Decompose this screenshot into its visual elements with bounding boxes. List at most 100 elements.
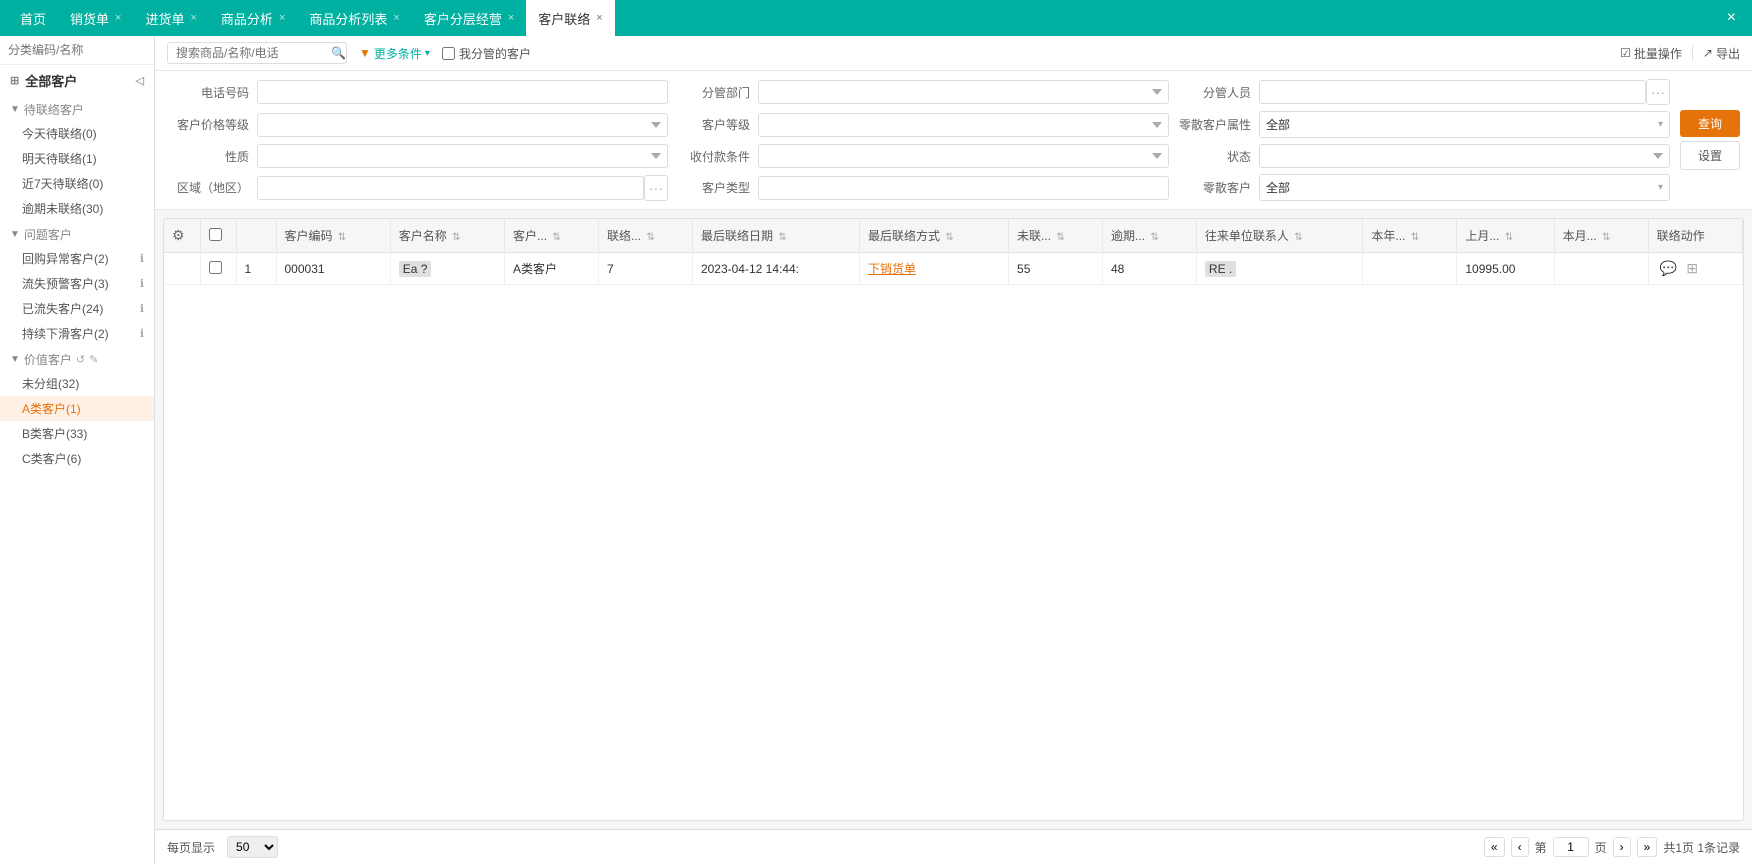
page-size-select[interactable]: 50 100 200 (227, 836, 278, 858)
warn-icon-3: ℹ (140, 302, 144, 315)
sidebar-churn-warning[interactable]: 流失预警客户(3) ℹ (0, 271, 154, 296)
payment-select[interactable] (758, 144, 1169, 168)
divider (1692, 45, 1693, 61)
search-input[interactable] (176, 46, 331, 60)
region-input[interactable] (257, 176, 644, 200)
td-last-method[interactable]: 下销货单 (859, 253, 1008, 285)
td-name: Ea ? (390, 253, 504, 285)
sidebar-search-box[interactable]: 🔍 (0, 36, 154, 65)
window-close-button[interactable]: × (1719, 9, 1744, 27)
filter-actions: 查询 设置 (1670, 79, 1740, 201)
batch-op-button[interactable]: ☑ 批量操作 (1620, 45, 1682, 62)
gear-icon[interactable]: ⚙ (172, 227, 185, 243)
nav-customer-segment[interactable]: 客户分层经营 × (412, 0, 526, 36)
nav-customer-contact[interactable]: 客户联络 × (526, 0, 614, 36)
th-category[interactable]: 客户... ⇅ (505, 219, 599, 253)
page-number-input[interactable] (1553, 837, 1589, 857)
my-customers-check[interactable] (442, 47, 455, 60)
sidebar-all-customers[interactable]: ⊞ 全部客户 ◁ (0, 65, 154, 96)
th-last-method[interactable]: 最后联络方式 ⇅ (859, 219, 1008, 253)
sort-icon-cat: ⇅ (552, 232, 560, 243)
close-purchase[interactable]: × (190, 12, 196, 24)
th-gear[interactable]: ⚙ (164, 219, 200, 253)
sidebar-collapse-btn[interactable]: ◁ (136, 74, 144, 87)
sidebar-b-class[interactable]: B类客户(33) (0, 421, 154, 446)
th-unit-contact[interactable]: 往来单位联系人 ⇅ (1196, 219, 1363, 253)
next-page-btn[interactable]: › (1613, 837, 1631, 857)
sidebar-churned[interactable]: 已流失客户(24) ℹ (0, 296, 154, 321)
section-problem-customers[interactable]: ▼ 问题客户 (0, 221, 154, 246)
section-pending-contact[interactable]: ▼ 待联络客户 (0, 96, 154, 121)
search-icon[interactable]: 🔍 (331, 46, 346, 60)
dept-select[interactable] (758, 80, 1169, 104)
close-sales[interactable]: × (115, 12, 121, 24)
th-code[interactable]: 客户编码 ⇅ (276, 219, 390, 253)
manager-input[interactable] (1259, 80, 1646, 104)
nav-home[interactable]: 首页 (8, 0, 58, 36)
th-last-month[interactable]: 上月... ⇅ (1457, 219, 1554, 253)
nature-select[interactable] (257, 144, 668, 168)
customer-grade-select[interactable] (758, 113, 1169, 137)
my-customers-checkbox[interactable]: 我分管的客户 (442, 45, 531, 62)
edit-icon[interactable]: ✎ (89, 353, 98, 366)
settings-button[interactable]: 设置 (1680, 141, 1740, 170)
search-box[interactable]: 🔍 (167, 42, 347, 64)
region-dots[interactable]: ··· (644, 175, 668, 201)
page-suffix: 页 (1595, 839, 1607, 856)
sidebar-search-input[interactable] (8, 43, 155, 57)
total-label: 共1页 1条记录 (1663, 839, 1740, 856)
sidebar-overdue-pending[interactable]: 逾期未联络(30) (0, 196, 154, 221)
customer-type-label: 客户类型 (668, 179, 758, 196)
td-overdue: 48 (1102, 253, 1196, 285)
close-product-analysis-list[interactable]: × (393, 12, 399, 24)
sidebar-declining[interactable]: 持续下滑客户(2) ℹ (0, 321, 154, 346)
td-check[interactable] (200, 253, 236, 285)
table-header-row: ⚙ 客户编码 ⇅ 客户名称 ⇅ (164, 219, 1743, 253)
retail-attr-select[interactable]: 全部 ▾ (1259, 111, 1670, 138)
th-overdue[interactable]: 逾期... ⇅ (1102, 219, 1196, 253)
sidebar-7days-pending[interactable]: 近7天待联络(0) (0, 171, 154, 196)
nav-sales[interactable]: 销货单 × (58, 0, 133, 36)
nav-purchase[interactable]: 进货单 × (133, 0, 208, 36)
first-page-btn[interactable]: « (1484, 837, 1505, 857)
section-value-customers[interactable]: ▼ 价值客户 ↺ ✎ (0, 346, 154, 371)
more-filters-btn[interactable]: ▼ 更多条件 ▾ (359, 45, 430, 62)
sidebar-repurchase-abnormal[interactable]: 回购异常客户(2) ℹ (0, 246, 154, 271)
th-no-contact[interactable]: 未联... ⇅ (1009, 219, 1103, 253)
last-page-btn[interactable]: » (1637, 837, 1658, 857)
select-all-checkbox[interactable] (209, 228, 222, 241)
retail-customer-select[interactable]: 全部 ▾ (1259, 174, 1670, 201)
sidebar-today-pending[interactable]: 今天待联络(0) (0, 121, 154, 146)
close-product-analysis[interactable]: × (279, 12, 285, 24)
close-customer-segment[interactable]: × (508, 12, 514, 24)
query-button[interactable]: 查询 (1680, 110, 1740, 137)
status-select[interactable] (1259, 144, 1670, 168)
grid-action-icon[interactable]: ⊞ (1686, 260, 1698, 276)
nav-product-analysis-list[interactable]: 商品分析列表 × (297, 0, 411, 36)
export-button[interactable]: ↗ 导出 (1703, 45, 1740, 62)
prev-page-btn[interactable]: ‹ (1511, 837, 1529, 857)
th-check[interactable] (200, 219, 236, 253)
close-customer-contact[interactable]: × (596, 12, 602, 24)
nav-product-analysis[interactable]: 商品分析 × (209, 0, 297, 36)
th-this-month[interactable]: 本月... ⇅ (1554, 219, 1648, 253)
th-last-date[interactable]: 最后联络日期 ⇅ (692, 219, 859, 253)
filter-manager: 分管人员 ··· (1169, 79, 1670, 105)
th-name[interactable]: 客户名称 ⇅ (390, 219, 504, 253)
th-this-year[interactable]: 本年... ⇅ (1363, 219, 1457, 253)
filter-icon: ▼ (359, 46, 371, 60)
sidebar-c-class[interactable]: C类客户(6) (0, 446, 154, 471)
refresh-icon[interactable]: ↺ (76, 353, 85, 366)
row-checkbox[interactable] (209, 261, 222, 274)
comment-icon[interactable]: 💬 (1660, 260, 1677, 276)
customer-type-input[interactable] (758, 176, 1169, 200)
sidebar-tomorrow-pending[interactable]: 明天待联络(1) (0, 146, 154, 171)
price-grade-select[interactable] (257, 113, 668, 137)
sidebar-unclassified[interactable]: 未分组(32) (0, 371, 154, 396)
phone-input[interactable] (257, 80, 668, 104)
td-seq: 1 (236, 253, 276, 285)
table-row: 1 000031 Ea ? A类客户 7 (164, 253, 1743, 285)
manager-dots[interactable]: ··· (1646, 79, 1670, 105)
sidebar-a-class[interactable]: A类客户(1) (0, 396, 154, 421)
th-contact[interactable]: 联络... ⇅ (598, 219, 692, 253)
